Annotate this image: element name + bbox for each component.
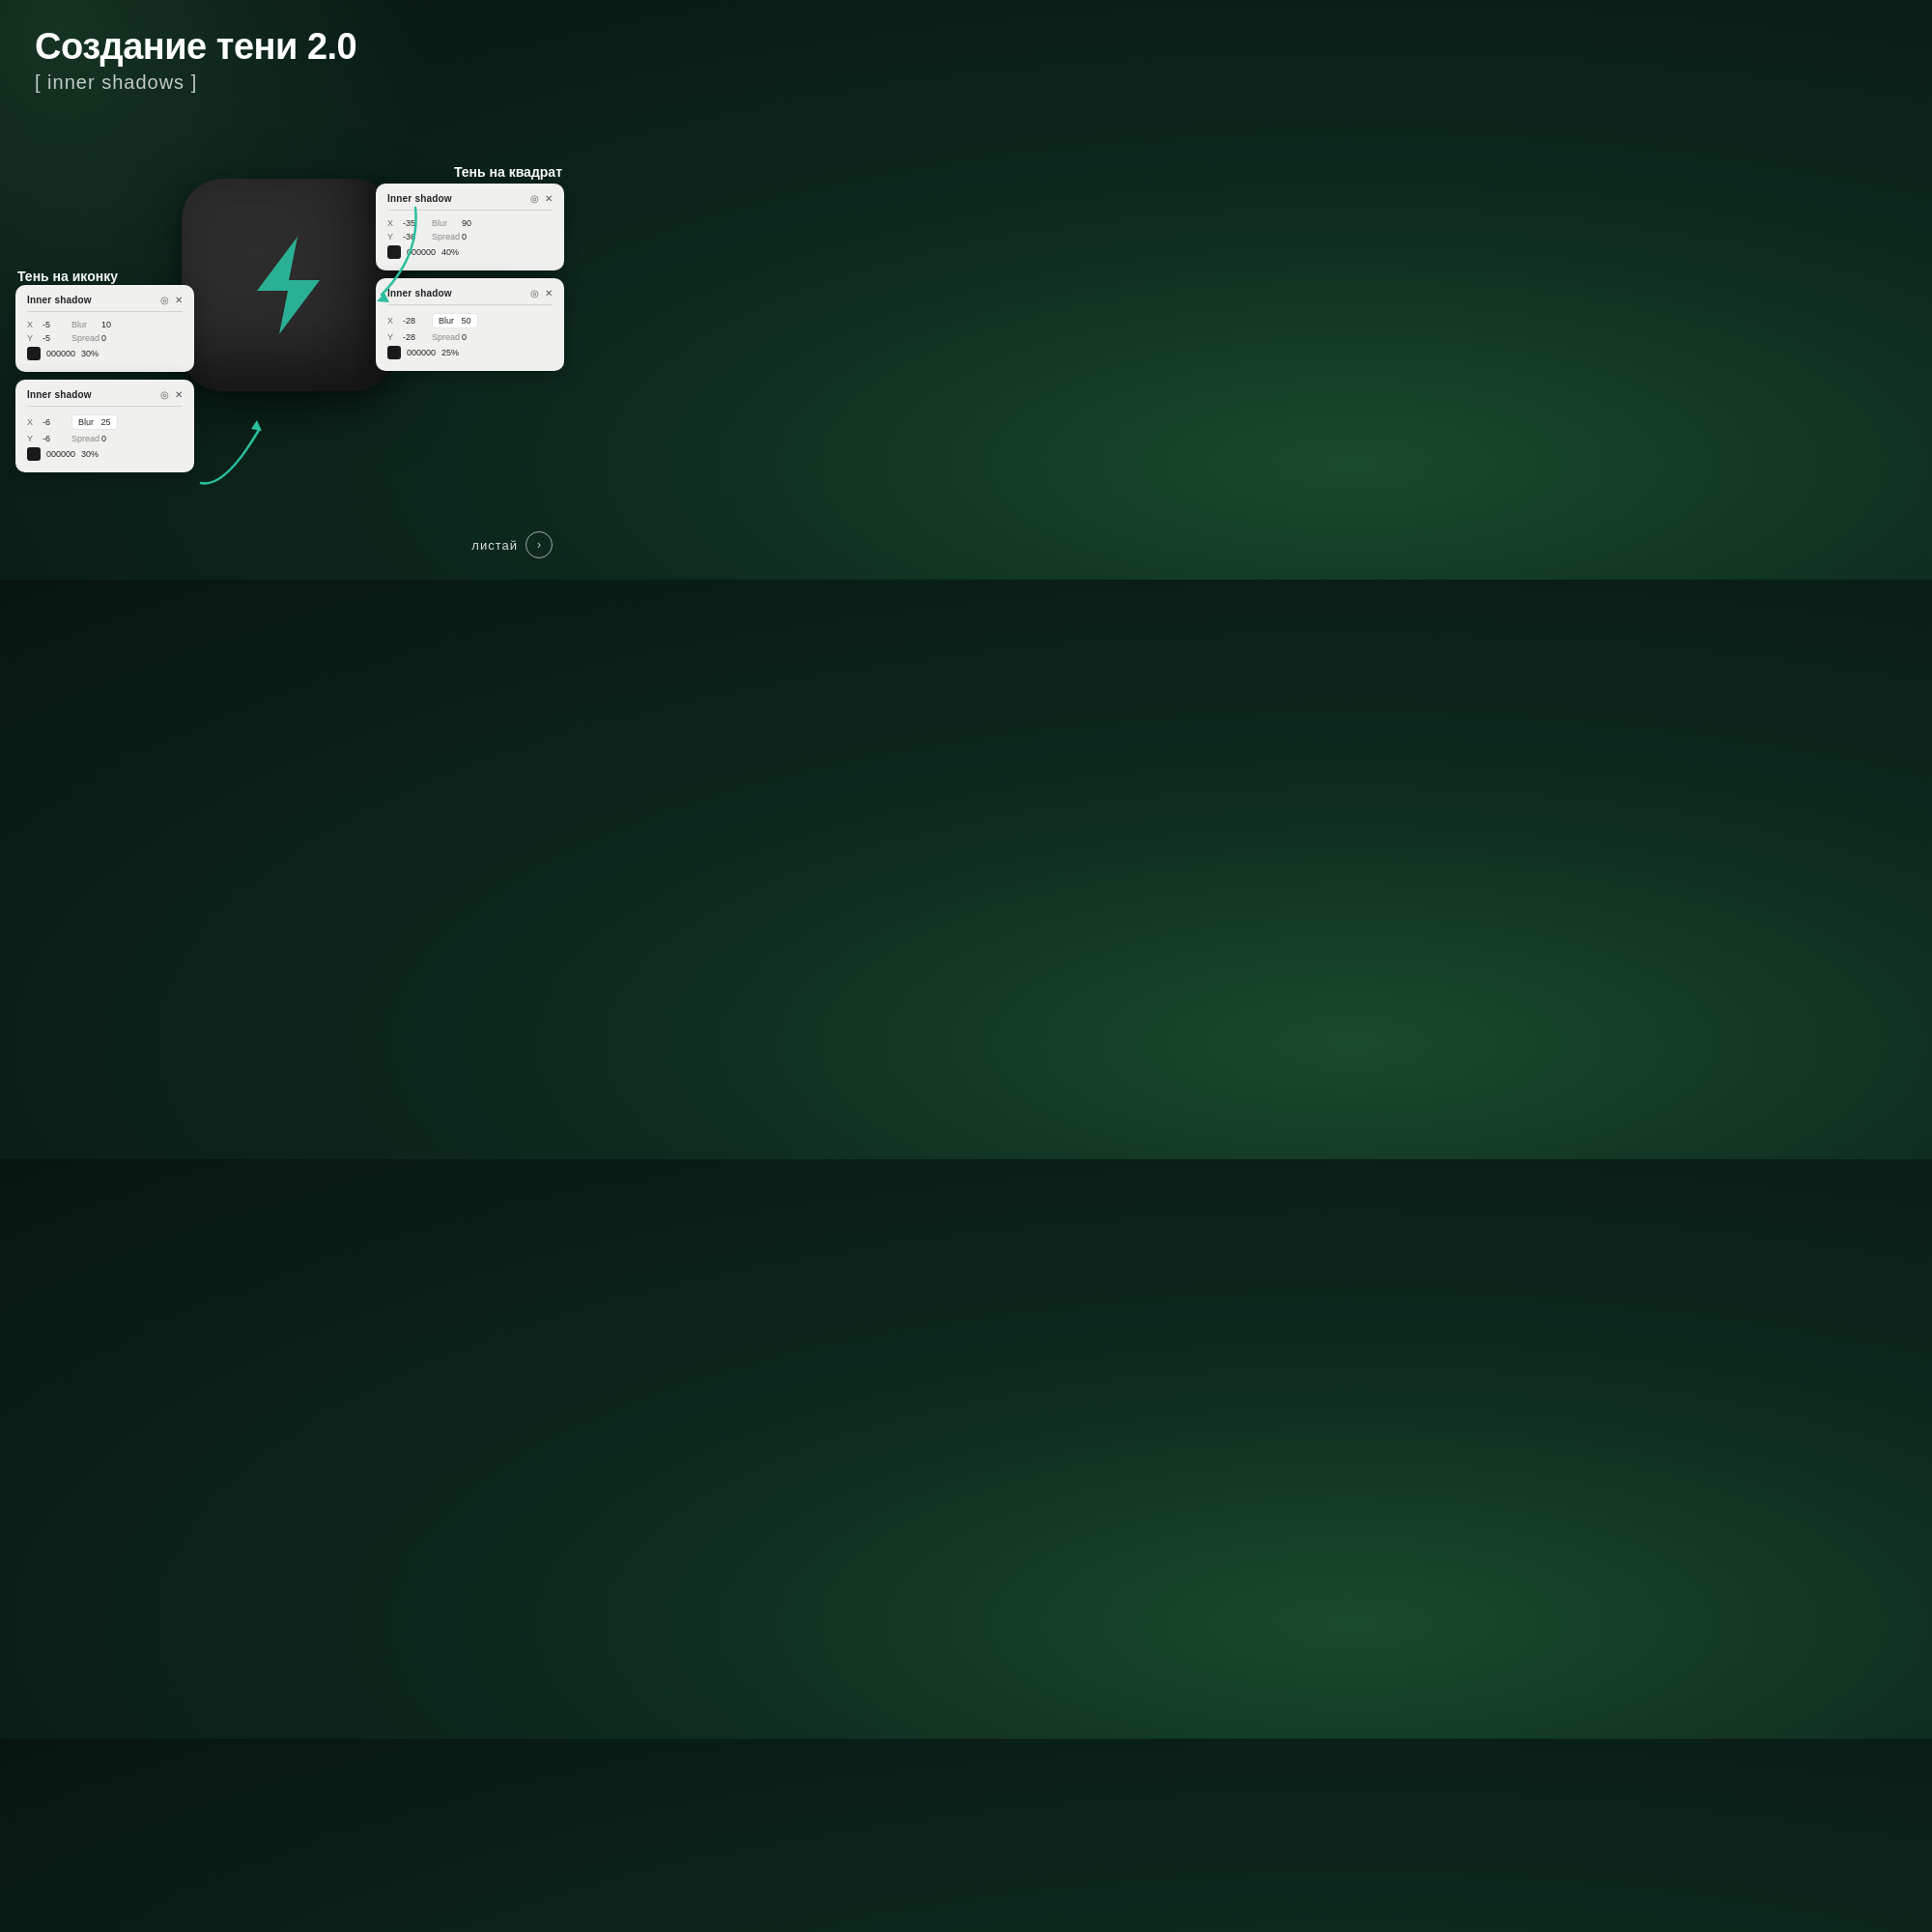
card-left-2-title: Inner shadow — [27, 389, 92, 400]
color-swatch-r1 — [387, 245, 401, 259]
spread-value-l2: 0 — [101, 434, 106, 443]
close-icon-left1[interactable]: ✕ — [175, 295, 183, 305]
x-value-r2: -28 — [403, 316, 426, 326]
icon-square — [182, 179, 394, 391]
blur-label-r1: Blur — [432, 218, 456, 228]
label-square: Тень на квадрат — [454, 164, 562, 180]
card-left-1: Inner shadow ◎ ✕ X -5 Blur 10 Y -5 Sprea… — [15, 285, 194, 372]
x-label-l1: X — [27, 320, 37, 329]
card-right-1-color-row: 000000 40% — [387, 245, 553, 259]
blur-label-l2: Blur — [78, 417, 94, 427]
blur-value-l1: 10 — [101, 320, 111, 329]
listay-button[interactable]: листай › — [471, 531, 553, 558]
card-left-2: Inner shadow ◎ ✕ X -6 Blur 25 Y -6 Sprea… — [15, 380, 194, 472]
spread-value-r1: 0 — [462, 232, 467, 242]
title-area: Создание тени 2.0 [ inner shadows ] — [35, 27, 356, 94]
card-left-2-header: Inner shadow ◎ ✕ — [27, 389, 183, 407]
blur-value-l2: 25 — [101, 417, 111, 427]
card-left-2-x-row: X -6 Blur 25 — [27, 414, 183, 430]
x-value-r1: -35 — [403, 218, 426, 228]
color-hex-r2: 000000 — [407, 348, 436, 357]
card-right-1: Inner shadow ◎ ✕ X -35 Blur 90 Y -36 Spr… — [376, 184, 564, 270]
card-left-1-header: Inner shadow ◎ ✕ — [27, 295, 183, 312]
x-label-l2: X — [27, 417, 37, 427]
page: Создание тени 2.0 [ inner shadows ] Тень… — [0, 0, 580, 580]
spread-label-l1: Spread — [71, 333, 96, 343]
spread-label-r2: Spread — [432, 332, 456, 342]
color-opacity-l2: 30% — [81, 449, 99, 459]
blur-value-r2: 50 — [462, 316, 471, 326]
listay-arrow-icon: › — [537, 538, 541, 552]
y-value-r1: -36 — [403, 232, 426, 242]
y-value-r2: -28 — [403, 332, 426, 342]
spread-label-r1: Spread — [432, 232, 456, 242]
card-left-1-y-row: Y -5 Spread 0 — [27, 333, 183, 343]
card-left-2-icons: ◎ ✕ — [160, 389, 183, 400]
y-label-r2: Y — [387, 332, 397, 342]
target-icon-r2[interactable]: ◎ — [530, 288, 539, 298]
subtitle: [ inner shadows ] — [35, 71, 356, 94]
card-right-2-y-row: Y -28 Spread 0 — [387, 332, 553, 342]
card-right-1-y-row: Y -36 Spread 0 — [387, 232, 553, 242]
x-value-l1: -5 — [43, 320, 66, 329]
color-swatch-r2 — [387, 346, 401, 359]
card-left-1-color-row: 000000 30% — [27, 347, 183, 360]
color-swatch-l2 — [27, 447, 41, 461]
y-value-l1: -5 — [43, 333, 66, 343]
spread-label-l2: Spread — [71, 434, 96, 443]
card-left-1-icons: ◎ ✕ — [160, 295, 183, 305]
card-right-2-color-row: 000000 25% — [387, 346, 553, 359]
svg-marker-2 — [251, 420, 262, 431]
y-value-l2: -6 — [43, 434, 66, 443]
color-opacity-r1: 40% — [441, 247, 459, 257]
spread-value-r2: 0 — [462, 332, 467, 342]
color-hex-r1: 000000 — [407, 247, 436, 257]
color-hex-l1: 000000 — [46, 349, 75, 358]
card-right-2-x-row: X -28 Blur 50 — [387, 313, 553, 328]
listay-circle: › — [526, 531, 553, 558]
color-opacity-r2: 25% — [441, 348, 459, 357]
target-icon-left2[interactable]: ◎ — [160, 389, 169, 400]
y-label-l2: Y — [27, 434, 37, 443]
color-swatch-l1 — [27, 347, 41, 360]
target-icon-left1[interactable]: ◎ — [160, 295, 169, 305]
close-icon-r2[interactable]: ✕ — [545, 288, 553, 298]
card-left-2-color-row: 000000 30% — [27, 447, 183, 461]
lightning-icon — [247, 235, 329, 336]
blur-label-l1: Blur — [71, 320, 96, 329]
card-right-2-icons: ◎ ✕ — [530, 288, 553, 298]
card-right-1-title: Inner shadow — [387, 193, 452, 204]
target-icon-r1[interactable]: ◎ — [530, 193, 539, 204]
y-label-r1: Y — [387, 232, 397, 242]
blur-box-l2[interactable]: Blur 25 — [71, 414, 118, 430]
card-left-1-title: Inner shadow — [27, 295, 92, 305]
blur-label-r2: Blur — [439, 316, 454, 326]
y-label-l1: Y — [27, 333, 37, 343]
listay-label: листай — [471, 538, 518, 553]
blur-value-r1: 90 — [462, 218, 471, 228]
card-right-1-header: Inner shadow ◎ ✕ — [387, 193, 553, 211]
right-panels: Inner shadow ◎ ✕ X -35 Blur 90 Y -36 Spr… — [376, 184, 564, 371]
card-left-1-x-row: X -5 Blur 10 — [27, 320, 183, 329]
color-hex-l2: 000000 — [46, 449, 75, 459]
svg-marker-0 — [257, 237, 320, 334]
close-icon-left2[interactable]: ✕ — [175, 389, 183, 400]
x-label-r2: X — [387, 316, 397, 326]
spread-value-l1: 0 — [101, 333, 106, 343]
card-right-2-title: Inner shadow — [387, 288, 452, 298]
card-right-2-header: Inner shadow ◎ ✕ — [387, 288, 553, 305]
color-opacity-l1: 30% — [81, 349, 99, 358]
x-value-l2: -6 — [43, 417, 66, 427]
blur-box-r2[interactable]: Blur 50 — [432, 313, 478, 328]
card-right-1-icons: ◎ ✕ — [530, 193, 553, 204]
left-panels: Inner shadow ◎ ✕ X -5 Blur 10 Y -5 Sprea… — [15, 285, 194, 472]
close-icon-r1[interactable]: ✕ — [545, 193, 553, 204]
card-right-1-x-row: X -35 Blur 90 — [387, 218, 553, 228]
card-right-2: Inner shadow ◎ ✕ X -28 Blur 50 Y -28 Spr… — [376, 278, 564, 371]
card-left-2-y-row: Y -6 Spread 0 — [27, 434, 183, 443]
label-icon: Тень на иконку — [17, 269, 118, 284]
main-title: Создание тени 2.0 — [35, 27, 356, 68]
x-label-r1: X — [387, 218, 397, 228]
